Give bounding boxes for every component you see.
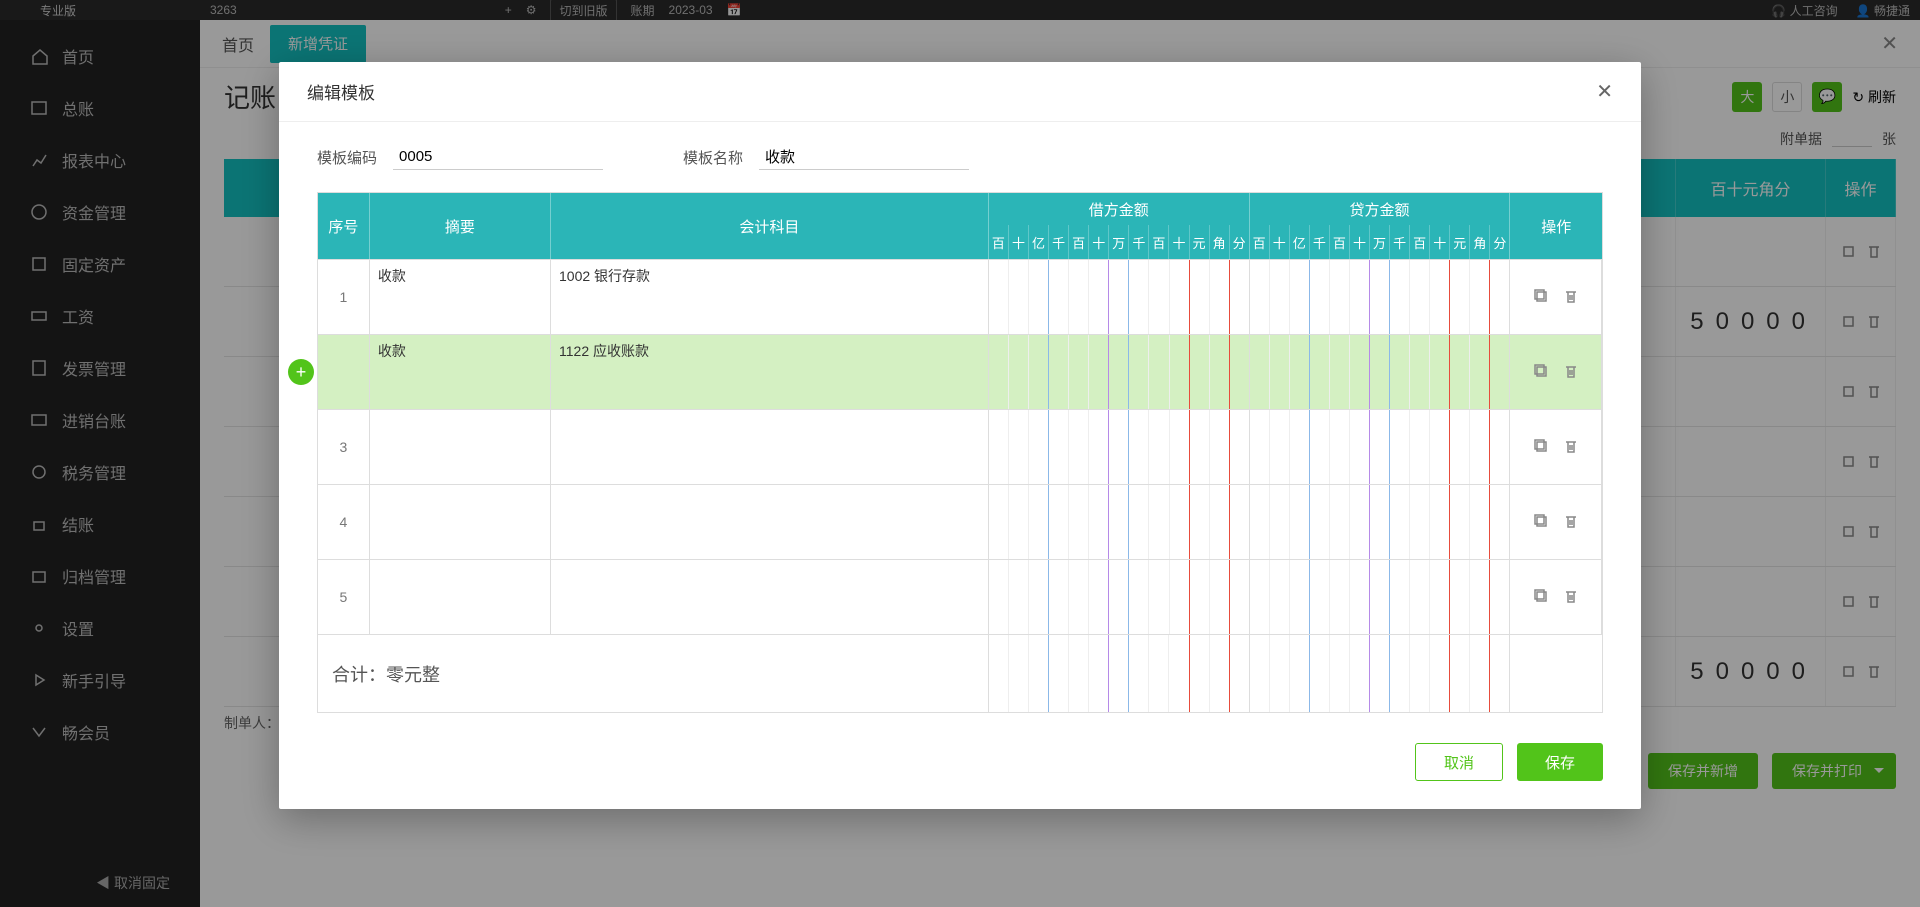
template-name-input[interactable] — [759, 144, 969, 170]
cell-summary[interactable] — [370, 485, 551, 559]
unit-cell: 元 — [1450, 225, 1470, 259]
template-row[interactable]: 4 — [318, 484, 1602, 559]
cell-credit[interactable] — [1250, 560, 1511, 634]
cell-credit[interactable] — [1250, 335, 1511, 409]
delete-row-icon[interactable] — [1563, 438, 1579, 457]
unit-cell: 百 — [1250, 225, 1270, 259]
cell-account[interactable]: 1122 应收账款 — [551, 335, 989, 409]
col-debit: 借方金额 — [989, 193, 1249, 225]
edit-template-modal: 编辑模板 ✕ 模板编码 模板名称 序号 摘要 会计科目 借方金额 百十亿千百十万… — [279, 62, 1641, 809]
cell-account[interactable] — [551, 560, 989, 634]
unit-cell: 分 — [1230, 225, 1249, 259]
cell-seq: 5 — [318, 560, 370, 634]
col-account: 会计科目 — [551, 193, 988, 259]
template-code-label: 模板编码 — [317, 147, 377, 168]
cell-ops — [1510, 485, 1602, 559]
template-code-input[interactable] — [393, 144, 603, 170]
cell-ops — [1510, 560, 1602, 634]
unit-cell: 百 — [1069, 225, 1089, 259]
cell-debit[interactable] — [989, 560, 1250, 634]
delete-row-icon[interactable] — [1563, 513, 1579, 532]
unit-cell: 十 — [1350, 225, 1370, 259]
unit-cell: 千 — [1310, 225, 1330, 259]
copy-row-icon[interactable] — [1533, 363, 1549, 382]
unit-cell: 十 — [1169, 225, 1189, 259]
unit-cell: 万 — [1370, 225, 1390, 259]
delete-row-icon[interactable] — [1563, 588, 1579, 607]
cell-credit[interactable] — [1250, 260, 1511, 334]
template-row[interactable]: 5 — [318, 559, 1602, 634]
unit-cell: 角 — [1470, 225, 1490, 259]
cell-account[interactable]: 1002 银行存款 — [551, 260, 989, 334]
unit-cell: 千 — [1390, 225, 1410, 259]
cell-credit[interactable] — [1250, 485, 1511, 559]
unit-cell: 元 — [1190, 225, 1210, 259]
unit-cell: 十 — [1430, 225, 1450, 259]
unit-cell: 万 — [1109, 225, 1129, 259]
template-row[interactable]: 1收款1002 银行存款 — [318, 259, 1602, 334]
unit-cell: 分 — [1490, 225, 1509, 259]
cell-seq: 3 — [318, 410, 370, 484]
unit-cell: 百 — [1410, 225, 1430, 259]
close-icon[interactable]: ✕ — [1596, 79, 1613, 104]
cell-debit[interactable] — [989, 260, 1250, 334]
copy-row-icon[interactable] — [1533, 438, 1549, 457]
cell-ops — [1510, 260, 1602, 334]
template-table: 序号 摘要 会计科目 借方金额 百十亿千百十万千百十元角分 贷方金额 百十亿千百… — [317, 192, 1603, 713]
delete-row-icon[interactable] — [1563, 288, 1579, 307]
add-row-button[interactable]: + — [288, 359, 314, 385]
cell-summary[interactable]: 收款 — [370, 335, 551, 409]
copy-row-icon[interactable] — [1533, 588, 1549, 607]
col-credit: 贷方金额 — [1250, 193, 1510, 225]
cell-summary[interactable] — [370, 410, 551, 484]
cell-account[interactable] — [551, 410, 989, 484]
unit-cell: 亿 — [1029, 225, 1049, 259]
template-name-label: 模板名称 — [683, 147, 743, 168]
cancel-button[interactable]: 取消 — [1415, 743, 1503, 781]
save-template-button[interactable]: 保存 — [1517, 743, 1603, 781]
col-ops: 操作 — [1510, 193, 1602, 259]
cell-account[interactable] — [551, 485, 989, 559]
unit-cell: 百 — [989, 225, 1009, 259]
unit-cell: 千 — [1049, 225, 1069, 259]
unit-cell: 亿 — [1290, 225, 1310, 259]
modal-title: 编辑模板 — [307, 79, 375, 104]
cell-seq: 4 — [318, 485, 370, 559]
cell-summary[interactable]: 收款 — [370, 260, 551, 334]
delete-row-icon[interactable] — [1563, 363, 1579, 382]
unit-cell: 十 — [1009, 225, 1029, 259]
unit-cell: 百 — [1149, 225, 1169, 259]
unit-cell: 十 — [1089, 225, 1109, 259]
cell-debit[interactable] — [989, 335, 1250, 409]
cell-debit[interactable] — [989, 410, 1250, 484]
cell-summary[interactable] — [370, 560, 551, 634]
cell-seq: 1 — [318, 260, 370, 334]
unit-cell: 角 — [1210, 225, 1230, 259]
cell-ops — [1510, 335, 1602, 409]
copy-row-icon[interactable] — [1533, 513, 1549, 532]
template-row[interactable]: +收款1122 应收账款 — [318, 334, 1602, 409]
col-summary: 摘要 — [370, 193, 550, 259]
col-seq: 序号 — [318, 193, 369, 259]
cell-seq — [318, 335, 370, 409]
unit-cell: 千 — [1129, 225, 1149, 259]
cell-ops — [1510, 410, 1602, 484]
unit-cell: 百 — [1330, 225, 1350, 259]
unit-cell: 十 — [1270, 225, 1290, 259]
copy-row-icon[interactable] — [1533, 288, 1549, 307]
template-row[interactable]: 3 — [318, 409, 1602, 484]
cell-debit[interactable] — [989, 485, 1250, 559]
cell-credit[interactable] — [1250, 410, 1511, 484]
total-label: 合计：零元整 — [318, 635, 989, 712]
